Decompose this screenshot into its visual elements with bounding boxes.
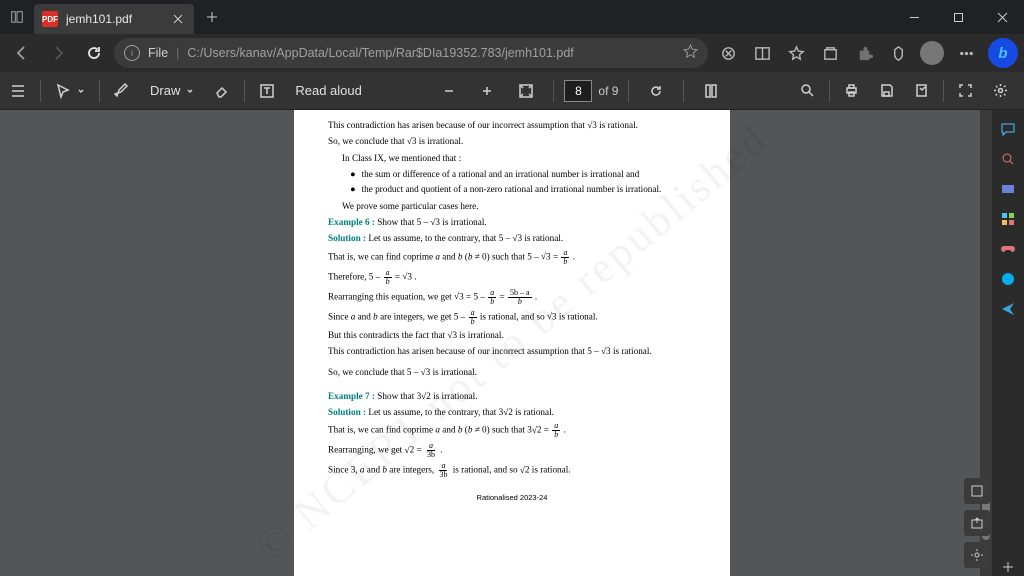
page-view-icon[interactable] [694, 72, 728, 110]
bing-button[interactable]: b [988, 38, 1018, 68]
send-icon[interactable] [999, 300, 1017, 318]
favorite-icon[interactable] [683, 44, 698, 62]
refresh-button[interactable] [78, 37, 110, 69]
tab-actions-icon[interactable] [0, 0, 34, 34]
page-total: of 9 [598, 84, 618, 98]
floating-tools [964, 478, 990, 568]
title-bar: PDF jemh101.pdf [0, 0, 1024, 34]
search-side-icon[interactable] [999, 150, 1017, 168]
toolbar-right: b [712, 37, 1018, 69]
highlight-icon[interactable] [104, 72, 140, 110]
shopping-icon[interactable] [712, 37, 744, 69]
tab-title: jemh101.pdf [66, 12, 162, 26]
more-icon[interactable] [950, 37, 982, 69]
share-icon[interactable] [964, 510, 990, 536]
save-icon[interactable] [869, 72, 904, 110]
browser-essentials-icon[interactable] [882, 37, 914, 69]
clipboard-icon[interactable] [904, 72, 939, 110]
read-aloud-button[interactable]: Read aloud [285, 72, 372, 110]
minimize-button[interactable] [892, 0, 936, 34]
maximize-button[interactable] [936, 0, 980, 34]
search-icon[interactable] [790, 72, 825, 110]
pdf-toolbar: Draw Read aloud of 9 [0, 72, 1024, 110]
forward-button [42, 37, 74, 69]
pdf-icon: PDF [42, 11, 58, 27]
contents-icon[interactable] [0, 72, 36, 110]
settings-icon[interactable] [983, 72, 1018, 110]
tools-gear-icon[interactable] [964, 542, 990, 568]
url-field[interactable]: i File | C:/Users/kanav/AppData/Local/Te… [114, 38, 708, 68]
screenshot-icon[interactable] [964, 478, 990, 504]
games-icon[interactable] [999, 240, 1017, 258]
print-icon[interactable] [834, 72, 869, 110]
coupon-icon[interactable] [999, 180, 1017, 198]
page-number-input[interactable] [564, 80, 592, 102]
profile-avatar[interactable] [916, 37, 948, 69]
collections-icon[interactable] [814, 37, 846, 69]
close-window-button[interactable] [980, 0, 1024, 34]
window-controls [892, 0, 1024, 34]
skype-icon[interactable] [999, 270, 1017, 288]
browser-tab[interactable]: PDF jemh101.pdf [34, 4, 194, 34]
favorites-icon[interactable] [780, 37, 812, 69]
url-scheme: File [148, 46, 168, 60]
edge-sidebar [992, 110, 1024, 576]
site-info-icon[interactable]: i [124, 45, 140, 61]
zoom-in-button[interactable] [471, 72, 503, 110]
new-tab-button[interactable] [198, 3, 226, 31]
draw-button[interactable]: Draw [140, 72, 204, 110]
back-button[interactable] [6, 37, 38, 69]
rotate-icon[interactable] [639, 72, 673, 110]
text-tool-icon[interactable] [249, 72, 285, 110]
zoom-out-button[interactable] [433, 72, 465, 110]
chat-icon[interactable] [999, 120, 1017, 138]
fit-page-icon[interactable] [509, 72, 543, 110]
close-tab-icon[interactable] [170, 11, 186, 27]
fullscreen-icon[interactable] [948, 72, 983, 110]
pdf-page: © NCERT not to be republished This contr… [294, 110, 730, 576]
erase-icon[interactable] [204, 72, 240, 110]
extensions-icon[interactable] [848, 37, 880, 69]
tools-icon[interactable] [999, 210, 1017, 228]
cursor-select-icon[interactable] [45, 72, 95, 110]
url-path: C:/Users/kanav/AppData/Local/Temp/Rar$DI… [187, 46, 675, 60]
add-side-icon[interactable] [999, 558, 1017, 576]
page-footer: Rationalised 2023-24 [328, 493, 696, 504]
address-bar: i File | C:/Users/kanav/AppData/Local/Te… [0, 34, 1024, 72]
split-screen-icon[interactable] [746, 37, 778, 69]
pdf-viewport[interactable]: © NCERT not to be republished This contr… [0, 110, 1024, 576]
